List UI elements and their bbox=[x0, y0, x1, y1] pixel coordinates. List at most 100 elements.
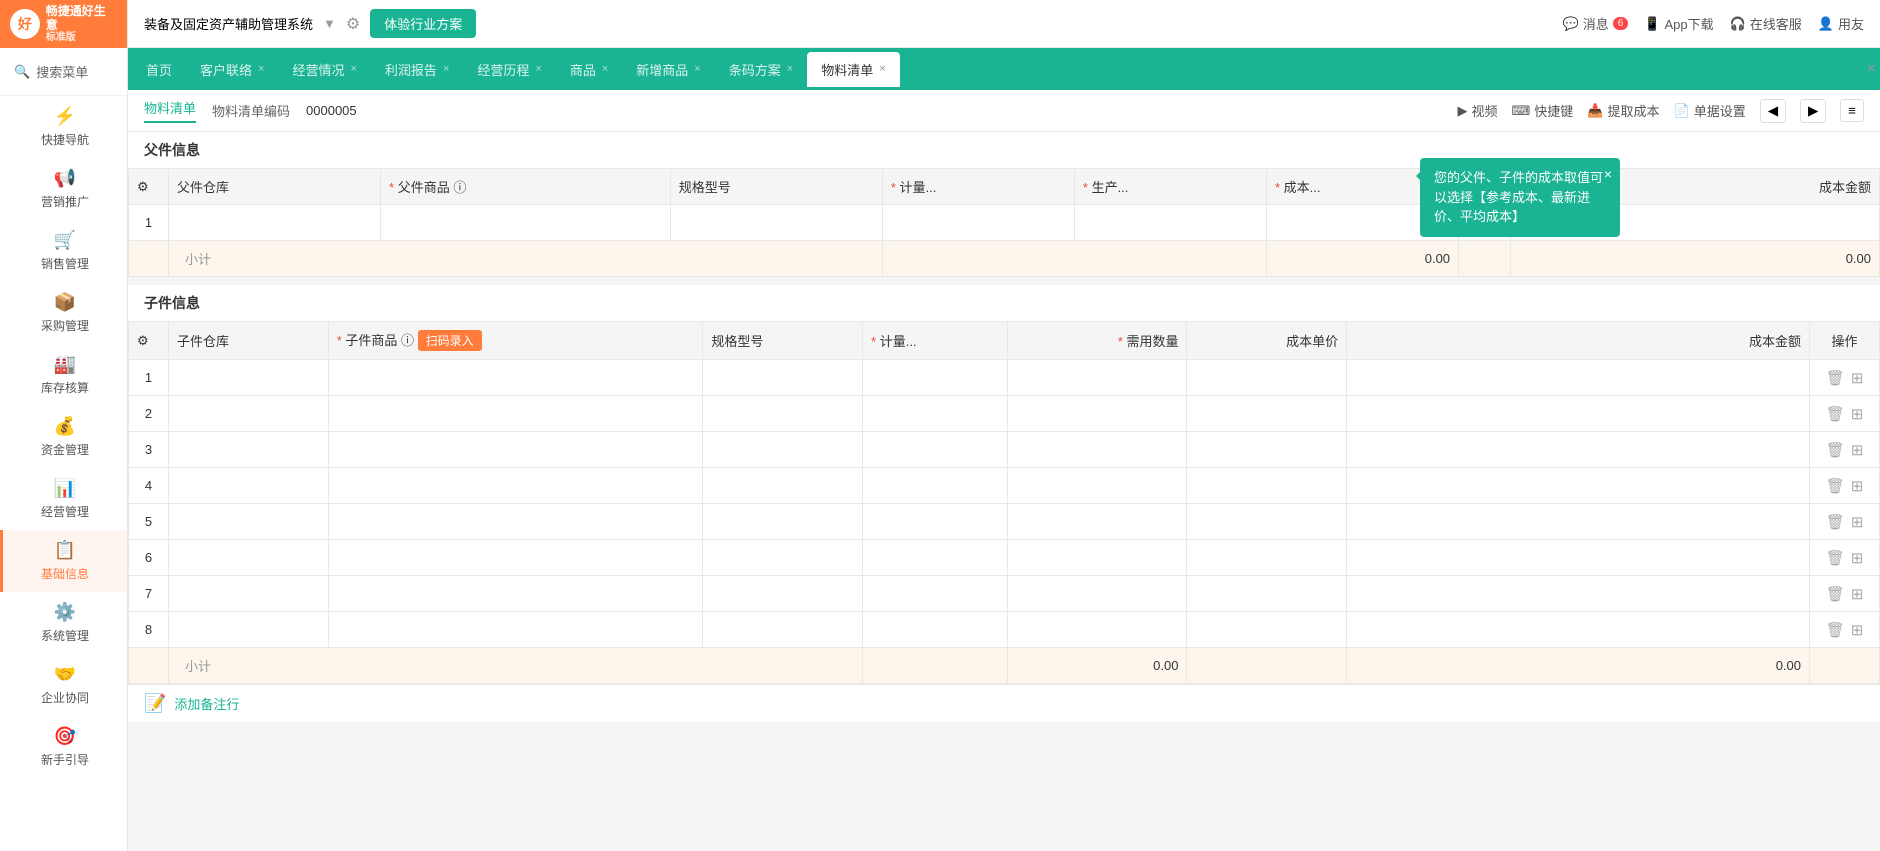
grid-view-button[interactable]: ≡ bbox=[1840, 99, 1864, 122]
child-row-6-product[interactable] bbox=[328, 540, 703, 576]
delete-row-4-icon[interactable]: 🗑 bbox=[1826, 477, 1845, 495]
close-profit-tab[interactable]: × bbox=[443, 63, 449, 75]
parent-row-1-product[interactable] bbox=[381, 205, 671, 241]
delete-row-5-icon[interactable]: 🗑 bbox=[1826, 513, 1845, 531]
sidebar-item-sales[interactable]: 🛒 销售管理 bbox=[0, 220, 127, 282]
tab-bom[interactable]: 物料清单 × bbox=[807, 52, 899, 87]
child-row-2-spec[interactable] bbox=[703, 396, 863, 432]
child-row-5-cost-amount[interactable] bbox=[1347, 504, 1810, 540]
copy-row-3-icon[interactable]: ⊞ bbox=[1851, 441, 1864, 459]
child-row-5-unit[interactable] bbox=[863, 504, 1008, 540]
single-setting-button[interactable]: 📄 单据设置 bbox=[1674, 101, 1746, 120]
child-row-2-product[interactable] bbox=[328, 396, 703, 432]
child-row-3-required-qty[interactable] bbox=[1007, 432, 1187, 468]
child-row-6-cost-amount[interactable] bbox=[1347, 540, 1810, 576]
parent-row-1-warehouse[interactable] bbox=[169, 205, 381, 241]
view-button[interactable]: ▶ 视频 bbox=[1458, 101, 1498, 120]
child-col-settings[interactable]: ⚙ bbox=[129, 322, 169, 360]
tab-ops-history[interactable]: 经营历程 × bbox=[463, 52, 555, 87]
close-barcode-tab[interactable]: × bbox=[787, 63, 793, 75]
child-row-4-warehouse[interactable] bbox=[169, 468, 329, 504]
child-row-2-unit[interactable] bbox=[863, 396, 1008, 432]
child-row-4-spec[interactable] bbox=[703, 468, 863, 504]
copy-row-1-icon[interactable]: ⊞ bbox=[1851, 369, 1864, 387]
child-row-4-cost-amount[interactable] bbox=[1347, 468, 1810, 504]
child-row-5-warehouse[interactable] bbox=[169, 504, 329, 540]
parent-row-1-unit[interactable] bbox=[882, 205, 1074, 241]
close-ops-tab[interactable]: × bbox=[350, 63, 356, 75]
child-row-1-product[interactable] bbox=[328, 360, 703, 396]
extract-cost-button[interactable]: 📥 提取成本 bbox=[1587, 101, 1659, 120]
tab-customer[interactable]: 客户联络 × bbox=[186, 52, 278, 87]
scan-input-button[interactable]: 扫码录入 bbox=[418, 330, 482, 351]
dropdown-icon[interactable]: ▼ bbox=[323, 16, 336, 31]
delete-row-8-icon[interactable]: 🗑 bbox=[1826, 621, 1845, 639]
trial-button[interactable]: 体验行业方案 bbox=[370, 9, 476, 38]
delete-row-6-icon[interactable]: 🗑 bbox=[1826, 549, 1845, 567]
child-row-2-warehouse[interactable] bbox=[169, 396, 329, 432]
search-menu-button[interactable]: 🔍 搜索菜单 bbox=[8, 56, 119, 87]
child-row-5-product[interactable] bbox=[328, 504, 703, 540]
tab-profit-report[interactable]: 利润报告 × bbox=[371, 52, 463, 87]
tab-home[interactable]: 首页 bbox=[132, 52, 186, 87]
delete-row-3-icon[interactable]: 🗑 bbox=[1826, 441, 1845, 459]
child-row-3-cost-amount[interactable] bbox=[1347, 432, 1810, 468]
child-row-7-cost-amount[interactable] bbox=[1347, 576, 1810, 612]
child-row-2-required-qty[interactable] bbox=[1007, 396, 1187, 432]
child-row-3-unit[interactable] bbox=[863, 432, 1008, 468]
child-row-7-warehouse[interactable] bbox=[169, 576, 329, 612]
child-row-4-product[interactable] bbox=[328, 468, 703, 504]
child-row-3-spec[interactable] bbox=[703, 432, 863, 468]
sidebar-item-quick-nav[interactable]: ⚡ 快捷导航 bbox=[0, 96, 127, 158]
user-button[interactable]: 👤 用友 bbox=[1818, 14, 1864, 33]
child-row-8-unit-cost[interactable] bbox=[1187, 612, 1347, 648]
child-row-3-warehouse[interactable] bbox=[169, 432, 329, 468]
next-button[interactable]: ▶ bbox=[1800, 99, 1826, 123]
child-row-4-unit[interactable] bbox=[863, 468, 1008, 504]
add-note-label[interactable]: 添加备注行 bbox=[174, 694, 239, 713]
child-row-8-warehouse[interactable] bbox=[169, 612, 329, 648]
close-bom-tab[interactable]: × bbox=[879, 63, 885, 75]
app-download-button[interactable]: 📱 App下载 bbox=[1644, 14, 1713, 33]
sidebar-item-finance[interactable]: 💰 资金管理 bbox=[0, 406, 127, 468]
child-row-6-warehouse[interactable] bbox=[169, 540, 329, 576]
child-row-8-required-qty[interactable] bbox=[1007, 612, 1187, 648]
settings-icon[interactable]: ⚙ bbox=[346, 14, 360, 34]
child-row-6-required-qty[interactable] bbox=[1007, 540, 1187, 576]
breadcrumb-bom[interactable]: 物料清单 bbox=[144, 98, 196, 123]
child-row-6-spec[interactable] bbox=[703, 540, 863, 576]
sidebar-item-marketing[interactable]: 📢 营销推广 bbox=[0, 158, 127, 220]
child-row-3-unit-cost[interactable] bbox=[1187, 432, 1347, 468]
sidebar-item-system[interactable]: ⚙️ 系统管理 bbox=[0, 592, 127, 654]
shortcut-button[interactable]: ⌨ 快捷键 bbox=[1512, 101, 1574, 120]
copy-row-4-icon[interactable]: ⊞ bbox=[1851, 477, 1864, 495]
copy-row-7-icon[interactable]: ⊞ bbox=[1851, 585, 1864, 603]
child-row-1-required-qty[interactable] bbox=[1007, 360, 1187, 396]
copy-row-2-icon[interactable]: ⊞ bbox=[1851, 405, 1864, 423]
sidebar-item-operations[interactable]: 📊 经营管理 bbox=[0, 468, 127, 530]
child-row-2-unit-cost[interactable] bbox=[1187, 396, 1347, 432]
delete-row-7-icon[interactable]: 🗑 bbox=[1826, 585, 1845, 603]
delete-row-2-icon[interactable]: 🗑 bbox=[1826, 405, 1845, 423]
child-row-7-spec[interactable] bbox=[703, 576, 863, 612]
parent-row-1-spec[interactable] bbox=[670, 205, 882, 241]
sidebar-item-guide[interactable]: 🎯 新手引导 bbox=[0, 716, 127, 778]
child-row-7-unit[interactable] bbox=[863, 576, 1008, 612]
sidebar-item-inventory[interactable]: 🏭 库存核算 bbox=[0, 344, 127, 406]
child-row-1-spec[interactable] bbox=[703, 360, 863, 396]
child-row-6-unit[interactable] bbox=[863, 540, 1008, 576]
tooltip-close-button[interactable]: × bbox=[1604, 164, 1612, 185]
parent-row-1-production[interactable] bbox=[1074, 205, 1266, 241]
prev-button[interactable]: ◀ bbox=[1760, 99, 1786, 123]
close-page-button[interactable]: × bbox=[1867, 60, 1876, 78]
child-row-1-unit[interactable] bbox=[863, 360, 1008, 396]
close-new-product-tab[interactable]: × bbox=[694, 63, 700, 75]
child-row-5-spec[interactable] bbox=[703, 504, 863, 540]
child-row-2-cost-amount[interactable] bbox=[1347, 396, 1810, 432]
child-row-8-unit[interactable] bbox=[863, 612, 1008, 648]
sidebar-search-area[interactable]: 🔍 搜索菜单 bbox=[0, 48, 127, 96]
online-service-button[interactable]: 🎧 在线客服 bbox=[1730, 14, 1802, 33]
child-row-7-unit-cost[interactable] bbox=[1187, 576, 1347, 612]
child-row-4-unit-cost[interactable] bbox=[1187, 468, 1347, 504]
child-row-1-cost-amount[interactable] bbox=[1347, 360, 1810, 396]
